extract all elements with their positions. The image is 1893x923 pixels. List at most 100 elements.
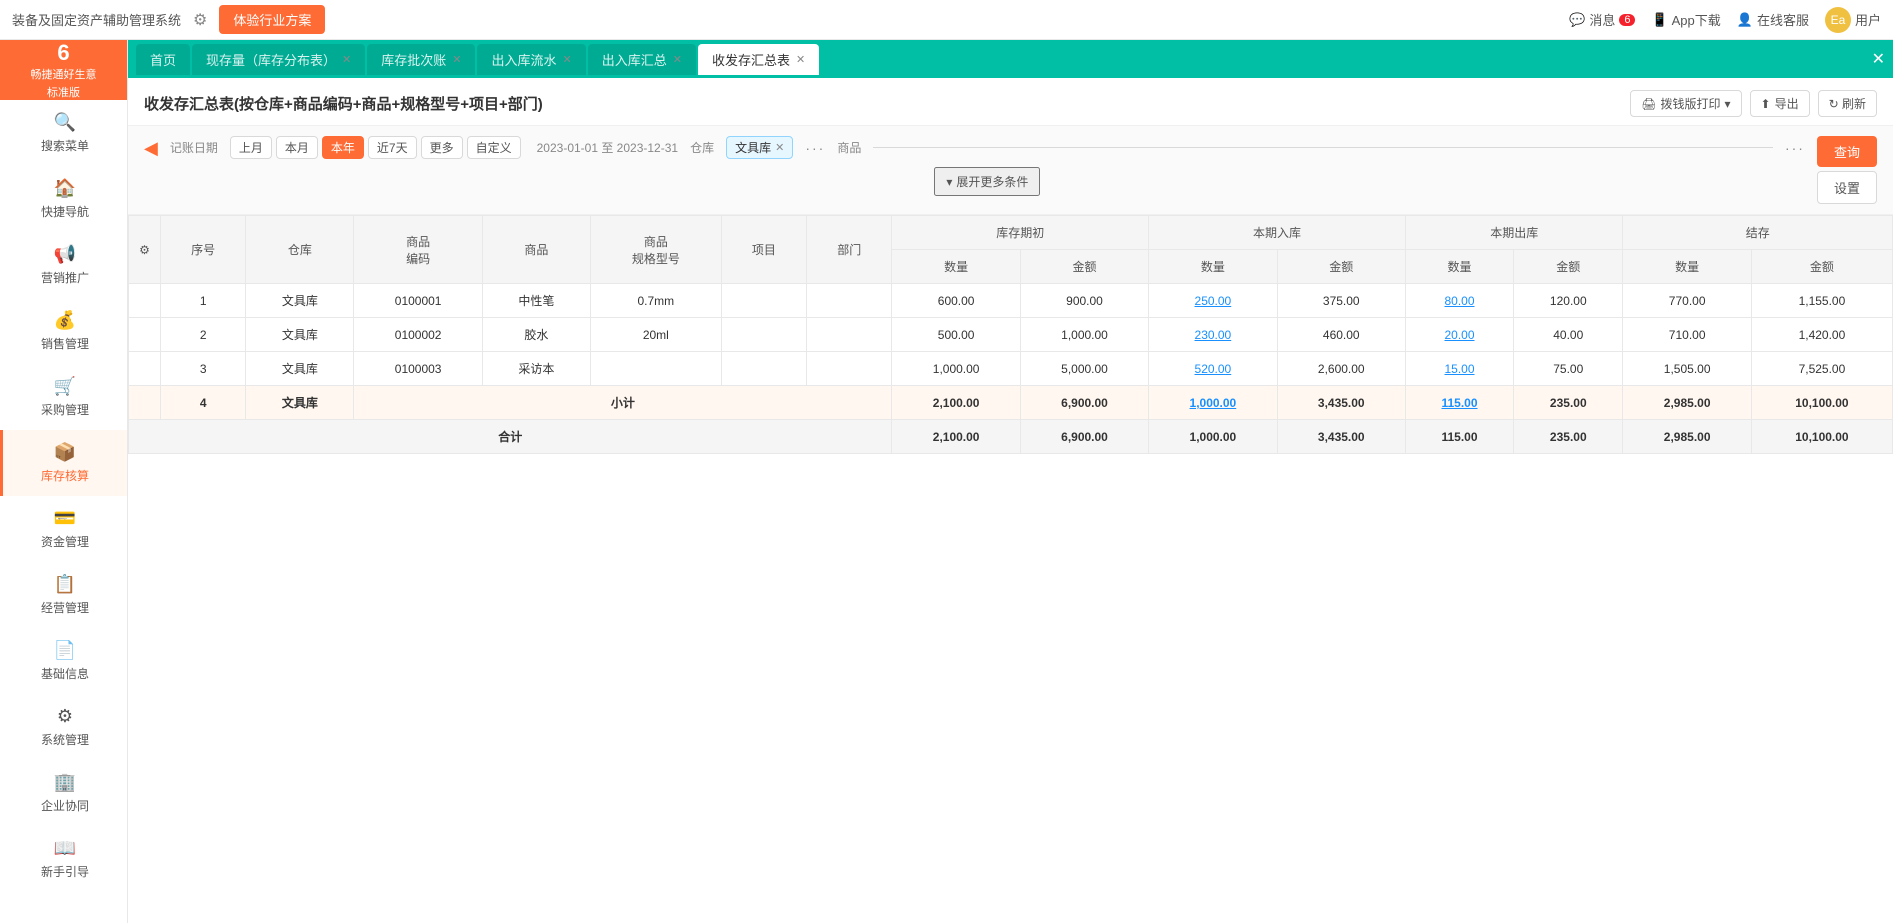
row-in-qty-0[interactable]: 250.00 [1149,284,1277,318]
sidebar-item-sales[interactable]: 💰 销售管理 [0,298,127,364]
set-button[interactable]: 设置 [1817,171,1877,204]
row-in-amount-2: 2,600.00 [1277,352,1405,386]
sidebar-item-guide[interactable]: 📖 新手引导 [0,826,127,892]
tab-collect-summary[interactable]: 收发存汇总表 ✕ [698,44,819,75]
expand-filter-button[interactable]: ▾ 展开更多条件 [934,167,1040,196]
trial-button[interactable]: 体验行业方案 [219,5,325,34]
row-closing-amount-2: 7,525.00 [1751,352,1892,386]
sidebar-item-enterprise[interactable]: 🏢 企业协同 [0,760,127,826]
sidebar-logo: 6 畅捷通好生意 标准版 [0,40,127,100]
sidebar-item-system[interactable]: ⚙ 系统管理 [0,694,127,760]
table-row: 3 文具库 0100003 采访本 1,000.00 5,000.00 520.… [129,352,1893,386]
top-bar-left: 装备及固定资产辅助管理系统 ⚙ 体验行业方案 [12,5,325,34]
date-btn-more[interactable]: 更多 [421,136,463,159]
subtotal-no: 4 [161,386,246,420]
row-out-qty-1[interactable]: 20.00 [1405,318,1513,352]
settings-icon[interactable]: ⚙ [193,10,207,30]
print-button[interactable]: 🖨 拨钱版打印 ▾ [1630,90,1741,117]
tab-batch-account[interactable]: 库存批次账 ✕ [367,44,475,75]
main-layout: 6 畅捷通好生意 标准版 🔍 搜索菜单 🏠 快捷导航 📢 营销推广 💰 销售管理 [0,40,1893,923]
app-download-button[interactable]: 📱 App下载 [1651,10,1720,29]
query-button[interactable]: 查询 [1817,136,1877,167]
sidebar-item-marketing[interactable]: 📢 营销推广 [0,232,127,298]
tab-flow-close[interactable]: ✕ [563,53,572,66]
tab-collect-summary-label: 收发存汇总表 [712,50,790,69]
col-settings[interactable]: ⚙ [129,216,161,284]
sidebar-label-sales: 销售管理 [41,335,89,352]
row-in-qty-2[interactable]: 520.00 [1149,352,1277,386]
sidebar-item-inventory[interactable]: 📦 库存核算 [0,430,127,496]
date-range-display: 2023-01-01 至 2023-12-31 [537,139,678,156]
col-closing-header: 结存 [1623,216,1893,250]
tab-summary[interactable]: 出入库汇总 ✕ [588,44,696,75]
goods-input[interactable] [873,147,1773,148]
tab-collect-summary-close[interactable]: ✕ [796,53,805,66]
col-in-qty-header: 数量 [1149,250,1277,284]
sidebar-item-operations[interactable]: 📋 经营管理 [0,562,127,628]
sidebar-label-search: 搜索菜单 [41,137,89,154]
subtotal-opening-qty: 2,100.00 [892,386,1020,420]
user-button[interactable]: Ea 用户 [1825,7,1881,33]
logo-icon: 6 [57,40,69,66]
footer-closing-amount: 10,100.00 [1751,420,1892,454]
row-closing-qty-2: 1,505.00 [1623,352,1751,386]
tab-home[interactable]: 首页 [136,44,190,75]
sidebar-label-operations: 经营管理 [41,599,89,616]
row-settings-2[interactable] [129,352,161,386]
date-btn-this-year[interactable]: 本年 [322,136,364,159]
subtotal-row: 4 文具库 小计 2,100.00 6,900.00 1,000.00 3,43… [129,386,1893,420]
tab-summary-close[interactable]: ✕ [673,53,682,66]
collapse-filter-icon[interactable]: ◀ [144,138,158,159]
subtotal-closing-qty: 2,985.00 [1623,386,1751,420]
sidebar: 6 畅捷通好生意 标准版 🔍 搜索菜单 🏠 快捷导航 📢 营销推广 💰 销售管理 [0,40,128,923]
row-no-0: 1 [161,284,246,318]
system-title: 装备及固定资产辅助管理系统 [12,10,181,29]
user-avatar: Ea [1825,7,1851,33]
print-icon: 🖨 [1641,97,1656,111]
date-btn-custom[interactable]: 自定义 [467,136,521,159]
tab-inventory-dist[interactable]: 现存量（库存分布表） ✕ [192,44,365,75]
row-in-amount-0: 375.00 [1277,284,1405,318]
sidebar-item-basic-info[interactable]: 📄 基础信息 [0,628,127,694]
subtotal-settings[interactable] [129,386,161,420]
subtotal-warehouse: 文具库 [246,386,354,420]
date-btn-7days[interactable]: 近7天 [368,136,417,159]
row-settings-1[interactable] [129,318,161,352]
date-filter-label: 记账日期 [170,139,218,156]
warehouse-more-button[interactable]: ··· [805,140,825,156]
close-all-tabs-button[interactable]: ✕ [1872,49,1885,69]
warehouse-tag-close[interactable]: ✕ [775,141,784,154]
row-product-code-2: 0100003 [354,352,482,386]
sidebar-item-search[interactable]: 🔍 搜索菜单 [0,100,127,166]
row-settings-0[interactable] [129,284,161,318]
message-button[interactable]: 💬 消息 6 [1569,10,1635,29]
date-btn-last-month[interactable]: 上月 [230,136,272,159]
footer-in-amount: 3,435.00 [1277,420,1405,454]
row-in-qty-1[interactable]: 230.00 [1149,318,1277,352]
footer-row: 合计 2,100.00 6,900.00 1,000.00 3,435.00 1… [129,420,1893,454]
sidebar-label-enterprise: 企业协同 [41,797,89,814]
subtotal-in-qty[interactable]: 1,000.00 [1149,386,1277,420]
sidebar-label-inventory: 库存核算 [41,467,89,484]
export-button[interactable]: ⬆ 导出 [1750,90,1810,117]
tab-inventory-dist-close[interactable]: ✕ [342,53,351,66]
goods-more-button[interactable]: ··· [1785,140,1805,156]
row-out-qty-0[interactable]: 80.00 [1405,284,1513,318]
sidebar-item-finance[interactable]: 💳 资金管理 [0,496,127,562]
tab-batch-account-close[interactable]: ✕ [452,53,461,66]
row-out-qty-2[interactable]: 15.00 [1405,352,1513,386]
sidebar-label-system: 系统管理 [41,731,89,748]
sidebar-item-quick-nav[interactable]: 🏠 快捷导航 [0,166,127,232]
refresh-button[interactable]: ↻ 刷新 [1818,90,1877,117]
online-service-button[interactable]: 👤 在线客服 [1737,10,1809,29]
date-btn-this-month[interactable]: 本月 [276,136,318,159]
sidebar-item-purchase[interactable]: 🛒 采购管理 [0,364,127,430]
col-product-name-header: 商品 [482,216,590,284]
col-closing-amount-header: 金额 [1751,250,1892,284]
page-title: 收发存汇总表(按仓库+商品编码+商品+规格型号+项目+部门) [144,93,543,114]
subtotal-out-amount: 235.00 [1514,386,1623,420]
row-dept-1 [807,318,892,352]
tab-flow[interactable]: 出入库流水 ✕ [477,44,585,75]
subtotal-out-qty[interactable]: 115.00 [1405,386,1513,420]
col-out-qty-header: 数量 [1405,250,1513,284]
